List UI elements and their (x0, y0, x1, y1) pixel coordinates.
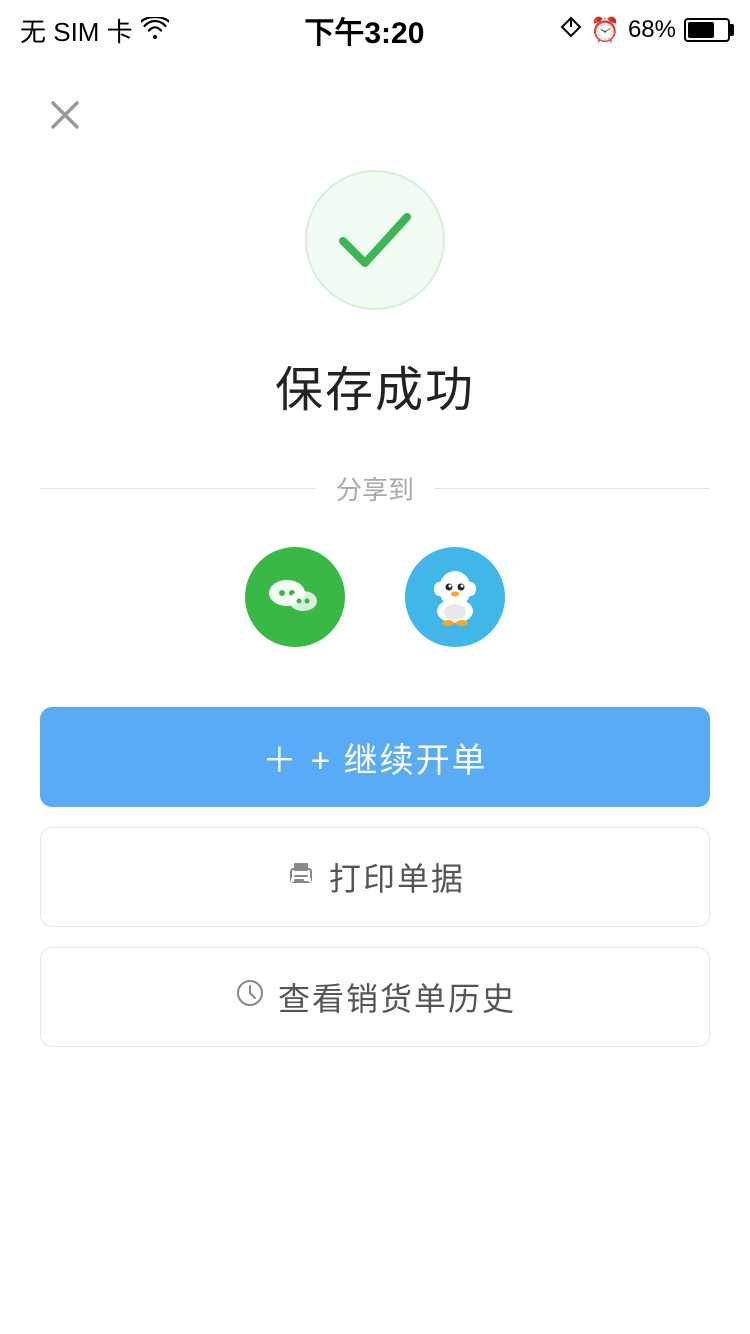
plus-icon: ＋ (262, 733, 298, 782)
share-divider: 分享到 (40, 470, 710, 507)
continue-label: + 继续开单 (310, 733, 487, 782)
wifi-icon (141, 15, 169, 46)
close-button[interactable] (40, 90, 90, 140)
print-label: 打印单据 (329, 854, 465, 900)
close-icon (47, 97, 83, 133)
share-label: 分享到 (336, 470, 414, 507)
print-button[interactable]: 打印单据 (40, 827, 710, 927)
location-icon (560, 16, 582, 45)
status-bar: 无 SIM 卡 下午3:20 ⏰ 68% (0, 0, 750, 60)
share-qq-button[interactable] (405, 547, 505, 647)
no-sim-text: 无 SIM 卡 (20, 12, 133, 49)
share-wechat-button[interactable] (245, 547, 345, 647)
battery-percent: 68% (628, 16, 676, 44)
status-time: 下午3:20 (304, 8, 424, 52)
history-button[interactable]: 查看销货单历史 (40, 947, 710, 1047)
history-label: 查看销货单历史 (278, 974, 516, 1020)
success-title: 保存成功 (275, 350, 475, 420)
print-icon (285, 857, 317, 898)
checkmark-icon (335, 205, 415, 275)
success-circle (305, 170, 445, 310)
continue-button[interactable]: ＋ + 继续开单 (40, 707, 710, 807)
divider-right (434, 488, 710, 489)
battery-icon (684, 18, 730, 42)
share-row (245, 547, 505, 647)
status-left: 无 SIM 卡 (20, 12, 169, 49)
divider-left (40, 488, 316, 489)
status-right: ⏰ 68% (560, 16, 730, 45)
wechat-icon (265, 567, 325, 627)
alarm-icon: ⏰ (590, 16, 620, 45)
main-content: 保存成功 分享到 (0, 60, 750, 1097)
qq-icon (428, 567, 483, 627)
history-icon (234, 977, 266, 1018)
